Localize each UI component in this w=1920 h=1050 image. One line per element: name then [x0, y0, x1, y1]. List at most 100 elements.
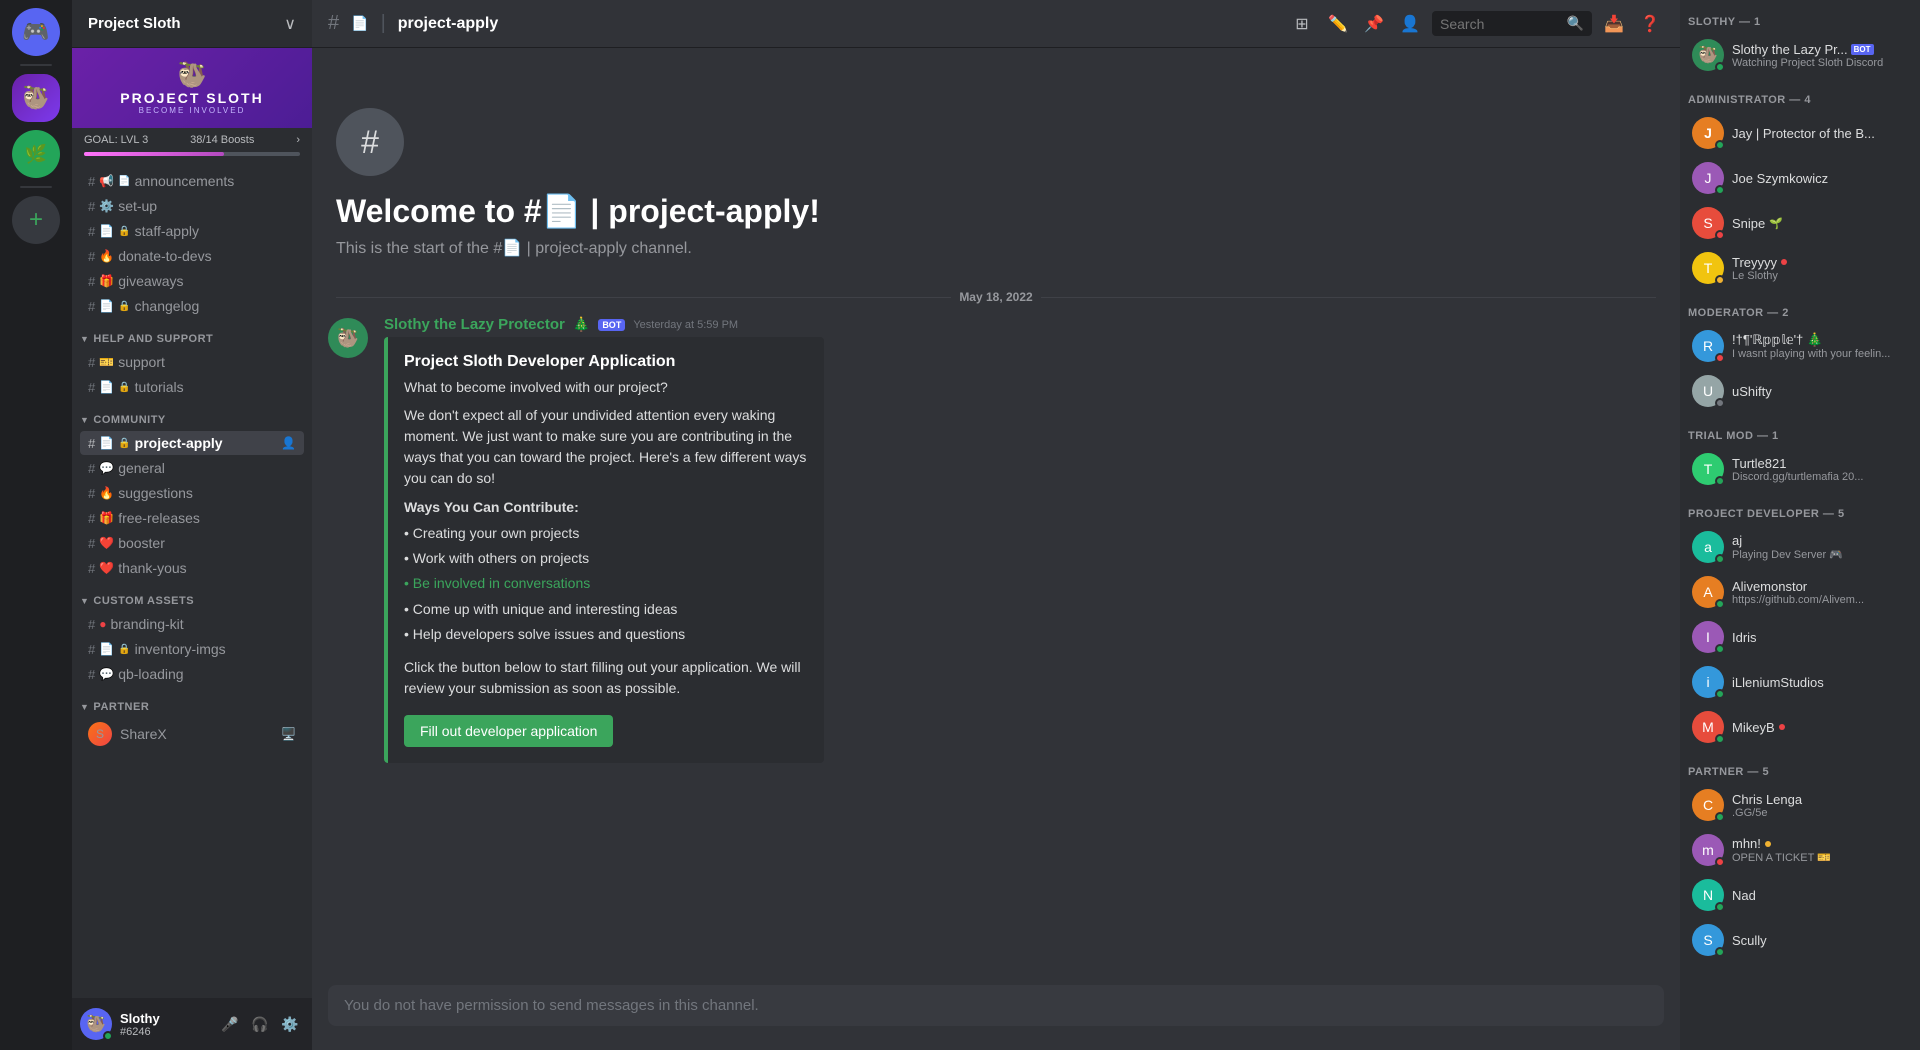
member-item-jay[interactable]: J Jay | Protector of the B...: [1684, 111, 1916, 155]
channel-item-tutorials[interactable]: # 📄 🔒 tutorials: [80, 375, 304, 399]
member-item-mikeyb[interactable]: M MikeyB: [1684, 705, 1916, 749]
category-help-support[interactable]: ▼ HELP AND SUPPORT: [72, 319, 312, 349]
search-input[interactable]: [1440, 16, 1561, 32]
boost-progress-fill: [84, 152, 224, 156]
channel-item-qb-loading[interactable]: # 💬 qb-loading: [80, 662, 304, 686]
server-name: Project Sloth: [88, 15, 181, 32]
hash-icon: #: [88, 486, 95, 501]
member-item-turtle821[interactable]: T Turtle821 Discord.gg/turtlemafia 20...: [1684, 447, 1916, 491]
category-community[interactable]: ▼ COMMUNITY: [72, 400, 312, 430]
server-icon-project-sloth[interactable]: 🦥: [12, 74, 60, 122]
member-item-joe[interactable]: J Joe Szymkowicz: [1684, 156, 1916, 200]
channel-item-staff-apply[interactable]: # 📄 🔒 staff-apply: [80, 219, 304, 243]
channel-item-donate[interactable]: # 🔥 donate-to-devs: [80, 244, 304, 268]
status-dot-snipe: [1715, 230, 1725, 240]
date-divider: May 18, 2022: [312, 282, 1680, 312]
member-item-idris[interactable]: I Idris: [1684, 615, 1916, 659]
boost-info[interactable]: GOAL: LVL 3 38/14 Boosts ›: [72, 128, 312, 152]
server-banner: 🦥 PROJECT SLOTH BECOME INVOLVED: [72, 48, 312, 128]
member-activity-alivemonstor: https://github.com/Alivem...: [1732, 594, 1908, 606]
member-info-ripple: !†¶'ℝ𝕡𝕡𝕝𝕖'† 🎄 I wasnt playing with your …: [1732, 332, 1908, 360]
channel-item-suggestions[interactable]: # 🔥 suggestions: [80, 481, 304, 505]
member-avatar-mikeyb: M: [1692, 711, 1724, 743]
channel-item-booster[interactable]: # ❤️ booster: [80, 531, 304, 555]
bot-tag-slothy: BOT: [1851, 44, 1874, 55]
member-item-scully[interactable]: S Scully: [1684, 918, 1916, 962]
hash-members-icon[interactable]: ⊞: [1288, 10, 1316, 38]
screen-share-icon: 🖥️: [281, 727, 296, 741]
channel-item-general[interactable]: # 💬 general: [80, 456, 304, 480]
member-avatar-scully: S: [1692, 924, 1724, 956]
discord-home-icon[interactable]: 🎮: [12, 8, 60, 56]
boost-goal: GOAL: LVL 3: [84, 134, 148, 146]
member-name-joe: Joe Szymkowicz: [1732, 171, 1908, 186]
member-item-alivemonstor[interactable]: A Alivemonstor https://github.com/Alivem…: [1684, 570, 1916, 614]
channel-item-thank-yous[interactable]: # ❤️ thank-yous: [80, 556, 304, 580]
message-input-area: You do not have permission to send messa…: [312, 977, 1680, 1050]
member-avatar-snipe: S: [1692, 207, 1724, 239]
member-avatar-chris: C: [1692, 789, 1724, 821]
fill-application-button[interactable]: Fill out developer application: [404, 715, 613, 747]
member-item-aj[interactable]: a aj Playing Dev Server 🎮: [1684, 525, 1916, 569]
channel-item-branding-kit[interactable]: # ● branding-kit: [80, 612, 304, 636]
add-members-icon[interactable]: 👤: [1396, 10, 1424, 38]
status-dot-mikeyb: [1715, 734, 1725, 744]
deafen-button[interactable]: 🎧: [246, 1010, 274, 1038]
channel-item-support[interactable]: # 🎫 support: [80, 350, 304, 374]
member-item-chris[interactable]: C Chris Lenga .GG/5e: [1684, 783, 1916, 827]
member-item-nad[interactable]: N Nad: [1684, 873, 1916, 917]
member-name-ripple: !†¶'ℝ𝕡𝕡𝕝𝕖'† 🎄: [1732, 332, 1908, 348]
channel-header-hash: #: [328, 12, 339, 35]
hash-icon: #: [88, 380, 95, 395]
search-bar[interactable]: 🔍: [1432, 11, 1592, 36]
mhn-dot: [1765, 841, 1771, 847]
user-discriminator: #6246: [120, 1026, 208, 1038]
inbox-icon[interactable]: 📥: [1600, 10, 1628, 38]
member-name-alivemonstor: Alivemonstor: [1732, 579, 1908, 594]
channel-name-general: general: [118, 460, 165, 476]
member-item-ushifty[interactable]: U uShifty: [1684, 369, 1916, 413]
channel-item-free-releases[interactable]: # 🎁 free-releases: [80, 506, 304, 530]
member-item-mhn[interactable]: m mhn! OPEN A TICKET 🎫: [1684, 828, 1916, 872]
member-avatar-nad: N: [1692, 879, 1724, 911]
mute-button[interactable]: 🎤: [216, 1010, 244, 1038]
channel-item-project-apply[interactable]: # 📄 🔒 project-apply 👤: [80, 431, 304, 455]
embed-cta: Click the button below to start filling …: [404, 657, 808, 699]
member-item-illenium[interactable]: i iLleniumStudios: [1684, 660, 1916, 704]
member-name-snipe: Snipe 🌱: [1732, 216, 1908, 231]
server-icon-green[interactable]: 🌿: [12, 130, 60, 178]
message-embed: Project Sloth Developer Application What…: [384, 337, 824, 763]
member-name-scully: Scully: [1732, 933, 1908, 948]
channel-item-changelog[interactable]: # 📄 🔒 changelog: [80, 294, 304, 318]
member-item-treyyyy[interactable]: T Treyyyy Le Slothy: [1684, 246, 1916, 290]
status-dot-idris: [1715, 644, 1725, 654]
channel-item-sharex[interactable]: S ShareX 🖥️: [80, 718, 304, 750]
category-partner[interactable]: ▼ PARTNER: [72, 687, 312, 717]
category-label-partner: PARTNER: [93, 701, 149, 713]
add-server-button[interactable]: +: [12, 196, 60, 244]
hash-icon: #: [88, 642, 95, 657]
channel-item-inventory-imgs[interactable]: # 📄 🔒 inventory-imgs: [80, 637, 304, 661]
member-category-admin: ADMINISTRATOR — 4: [1680, 78, 1920, 110]
pin-icon[interactable]: 📌: [1360, 10, 1388, 38]
server-header[interactable]: Project Sloth ∨: [72, 0, 312, 48]
member-item-slothy[interactable]: 🦥 Slothy the Lazy Pr... BOT Watching Pro…: [1684, 33, 1916, 77]
channel-lock-changelog: 🔒: [118, 301, 130, 312]
member-name-chris: Chris Lenga: [1732, 792, 1908, 807]
category-custom-assets[interactable]: ▼ CUSTOM ASSETS: [72, 581, 312, 611]
settings-button[interactable]: ⚙️: [276, 1010, 304, 1038]
edit-icon[interactable]: ✏️: [1324, 10, 1352, 38]
member-activity-ripple: I wasnt playing with your feelin...: [1732, 348, 1908, 360]
member-avatar-jay: J: [1692, 117, 1724, 149]
help-icon[interactable]: ❓: [1636, 10, 1664, 38]
embed-title: Project Sloth Developer Application: [404, 353, 808, 371]
channel-emoji-booster: ❤️: [99, 536, 114, 550]
channel-item-setup[interactable]: # ⚙️ set-up: [80, 194, 304, 218]
member-item-snipe[interactable]: S Snipe 🌱: [1684, 201, 1916, 245]
member-item-ripple[interactable]: R !†¶'ℝ𝕡𝕡𝕝𝕖'† 🎄 I wasnt playing with you…: [1684, 324, 1916, 368]
hash-icon: #: [88, 249, 95, 264]
channel-lock-project-apply: 🔒: [118, 438, 130, 449]
channel-emoji-branding: ●: [99, 617, 106, 631]
channel-item-announcements[interactable]: # 📢 📄 announcements: [80, 169, 304, 193]
channel-item-giveaways[interactable]: # 🎁 giveaways: [80, 269, 304, 293]
